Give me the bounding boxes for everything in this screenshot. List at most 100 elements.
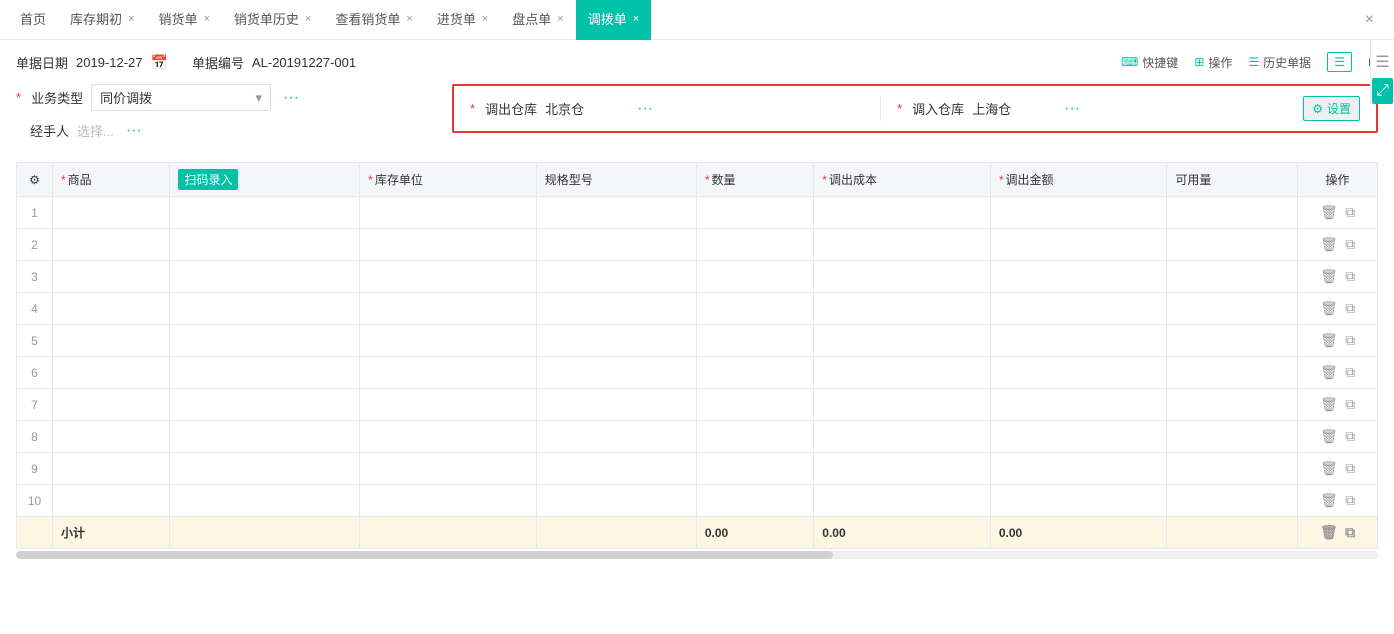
product-cell[interactable] <box>53 485 170 517</box>
tab-purchase[interactable]: 进货单 × <box>425 0 500 40</box>
business-type-select[interactable]: 同价调拨 ▾ <box>91 84 271 111</box>
history-button[interactable]: ☰ 历史单据 <box>1248 54 1311 71</box>
spec-cell[interactable] <box>536 325 696 357</box>
quantity-cell[interactable] <box>696 453 813 485</box>
window-close-button[interactable]: × <box>1353 11 1386 29</box>
delete-icon[interactable]: 🗑 <box>1320 268 1338 284</box>
product-cell[interactable] <box>53 453 170 485</box>
copy-icon[interactable]: ⧉ <box>1345 332 1355 348</box>
unit-cell[interactable] <box>360 357 537 389</box>
product-cell[interactable] <box>53 357 170 389</box>
quantity-cell[interactable] <box>696 485 813 517</box>
unit-cell[interactable] <box>360 389 537 421</box>
transfer-in-more[interactable]: ··· <box>1064 100 1080 118</box>
copy-icon[interactable]: ⧉ <box>1345 492 1355 508</box>
product-cell[interactable] <box>53 229 170 261</box>
horizontal-scrollbar[interactable] <box>16 551 1378 559</box>
cost-cell[interactable] <box>814 325 991 357</box>
sidebar-expand-icon[interactable]: ⤢ <box>1372 78 1393 104</box>
spec-cell[interactable] <box>536 357 696 389</box>
product-cell[interactable] <box>53 389 170 421</box>
delete-icon[interactable]: 🗑 <box>1320 428 1338 444</box>
copy-icon[interactable]: ⧉ <box>1345 300 1355 316</box>
business-type-more[interactable]: ··· <box>283 89 299 107</box>
cost-cell[interactable] <box>814 389 991 421</box>
calendar-icon[interactable]: 📅 <box>151 54 168 71</box>
spec-cell[interactable] <box>536 293 696 325</box>
tab-transfer[interactable]: 调拨单 × <box>576 0 651 40</box>
copy-icon[interactable]: ⧉ <box>1345 204 1355 220</box>
delete-icon[interactable]: 🗑 <box>1320 492 1338 508</box>
copy-icon[interactable]: ⧉ <box>1345 268 1355 284</box>
tab-inventory-init[interactable]: 库存期初 × <box>58 0 146 40</box>
quantity-cell[interactable] <box>696 293 813 325</box>
amount-cell[interactable] <box>990 325 1167 357</box>
delete-icon[interactable]: 🗑 <box>1320 236 1338 252</box>
close-view-sales[interactable]: × <box>406 13 412 25</box>
spec-cell[interactable] <box>536 197 696 229</box>
unit-cell[interactable] <box>360 485 537 517</box>
transfer-out-more[interactable]: ··· <box>637 100 653 118</box>
product-cell[interactable] <box>53 421 170 453</box>
product-cell[interactable] <box>53 261 170 293</box>
amount-cell[interactable] <box>990 421 1167 453</box>
amount-cell[interactable] <box>990 197 1167 229</box>
handler-placeholder[interactable]: 选择... <box>77 121 114 140</box>
layout-button[interactable]: ☰ <box>1327 52 1352 72</box>
copy-icon[interactable]: ⧉ <box>1345 524 1355 540</box>
unit-cell[interactable] <box>360 293 537 325</box>
quantity-cell[interactable] <box>696 421 813 453</box>
unit-cell[interactable] <box>360 453 537 485</box>
cost-cell[interactable] <box>814 485 991 517</box>
quantity-cell[interactable] <box>696 357 813 389</box>
close-stocktake[interactable]: × <box>557 13 563 25</box>
spec-cell[interactable] <box>536 453 696 485</box>
tab-stocktake[interactable]: 盘点单 × <box>500 0 575 40</box>
cost-cell[interactable] <box>814 261 991 293</box>
amount-cell[interactable] <box>990 229 1167 261</box>
copy-icon[interactable]: ⧉ <box>1345 236 1355 252</box>
copy-icon[interactable]: ⧉ <box>1345 460 1355 476</box>
spec-cell[interactable] <box>536 485 696 517</box>
product-cell[interactable] <box>53 197 170 229</box>
close-purchase[interactable]: × <box>482 13 488 25</box>
spec-cell[interactable] <box>536 261 696 293</box>
tab-home[interactable]: 首页 <box>8 0 58 40</box>
spec-cell[interactable] <box>536 229 696 261</box>
product-cell[interactable] <box>53 325 170 357</box>
tab-sales-order[interactable]: 销货单 × <box>146 0 221 40</box>
quantity-cell[interactable] <box>696 389 813 421</box>
settings-col-icon[interactable]: ⚙ <box>29 173 40 187</box>
quantity-cell[interactable] <box>696 261 813 293</box>
unit-cell[interactable] <box>360 325 537 357</box>
tab-view-sales[interactable]: 查看销货单 × <box>323 0 424 40</box>
copy-icon[interactable]: ⧉ <box>1345 364 1355 380</box>
close-transfer[interactable]: × <box>633 13 639 25</box>
settings-button[interactable]: ⚙ 设置 <box>1303 96 1360 121</box>
sidebar-list-icon[interactable]: ☰ <box>1371 48 1393 76</box>
spec-cell[interactable] <box>536 389 696 421</box>
cost-cell[interactable] <box>814 357 991 389</box>
close-inventory-init[interactable]: × <box>128 13 134 25</box>
unit-cell[interactable] <box>360 197 537 229</box>
copy-icon[interactable]: ⧉ <box>1345 428 1355 444</box>
quantity-cell[interactable] <box>696 325 813 357</box>
amount-cell[interactable] <box>990 261 1167 293</box>
shortcuts-button[interactable]: ⌨ 快捷键 <box>1121 54 1178 71</box>
quantity-cell[interactable] <box>696 229 813 261</box>
product-cell[interactable] <box>53 293 170 325</box>
amount-cell[interactable] <box>990 293 1167 325</box>
cost-cell[interactable] <box>814 293 991 325</box>
cost-cell[interactable] <box>814 421 991 453</box>
delete-icon[interactable]: 🗑 <box>1320 524 1338 540</box>
amount-cell[interactable] <box>990 389 1167 421</box>
scan-button[interactable]: 扫码录入 <box>178 169 238 190</box>
copy-icon[interactable]: ⧉ <box>1345 396 1355 412</box>
delete-icon[interactable]: 🗑 <box>1320 364 1338 380</box>
unit-cell[interactable] <box>360 421 537 453</box>
close-sales-history[interactable]: × <box>305 13 311 25</box>
quantity-cell[interactable] <box>696 197 813 229</box>
cost-cell[interactable] <box>814 229 991 261</box>
close-sales-order[interactable]: × <box>203 13 209 25</box>
delete-icon[interactable]: 🗑 <box>1320 396 1338 412</box>
